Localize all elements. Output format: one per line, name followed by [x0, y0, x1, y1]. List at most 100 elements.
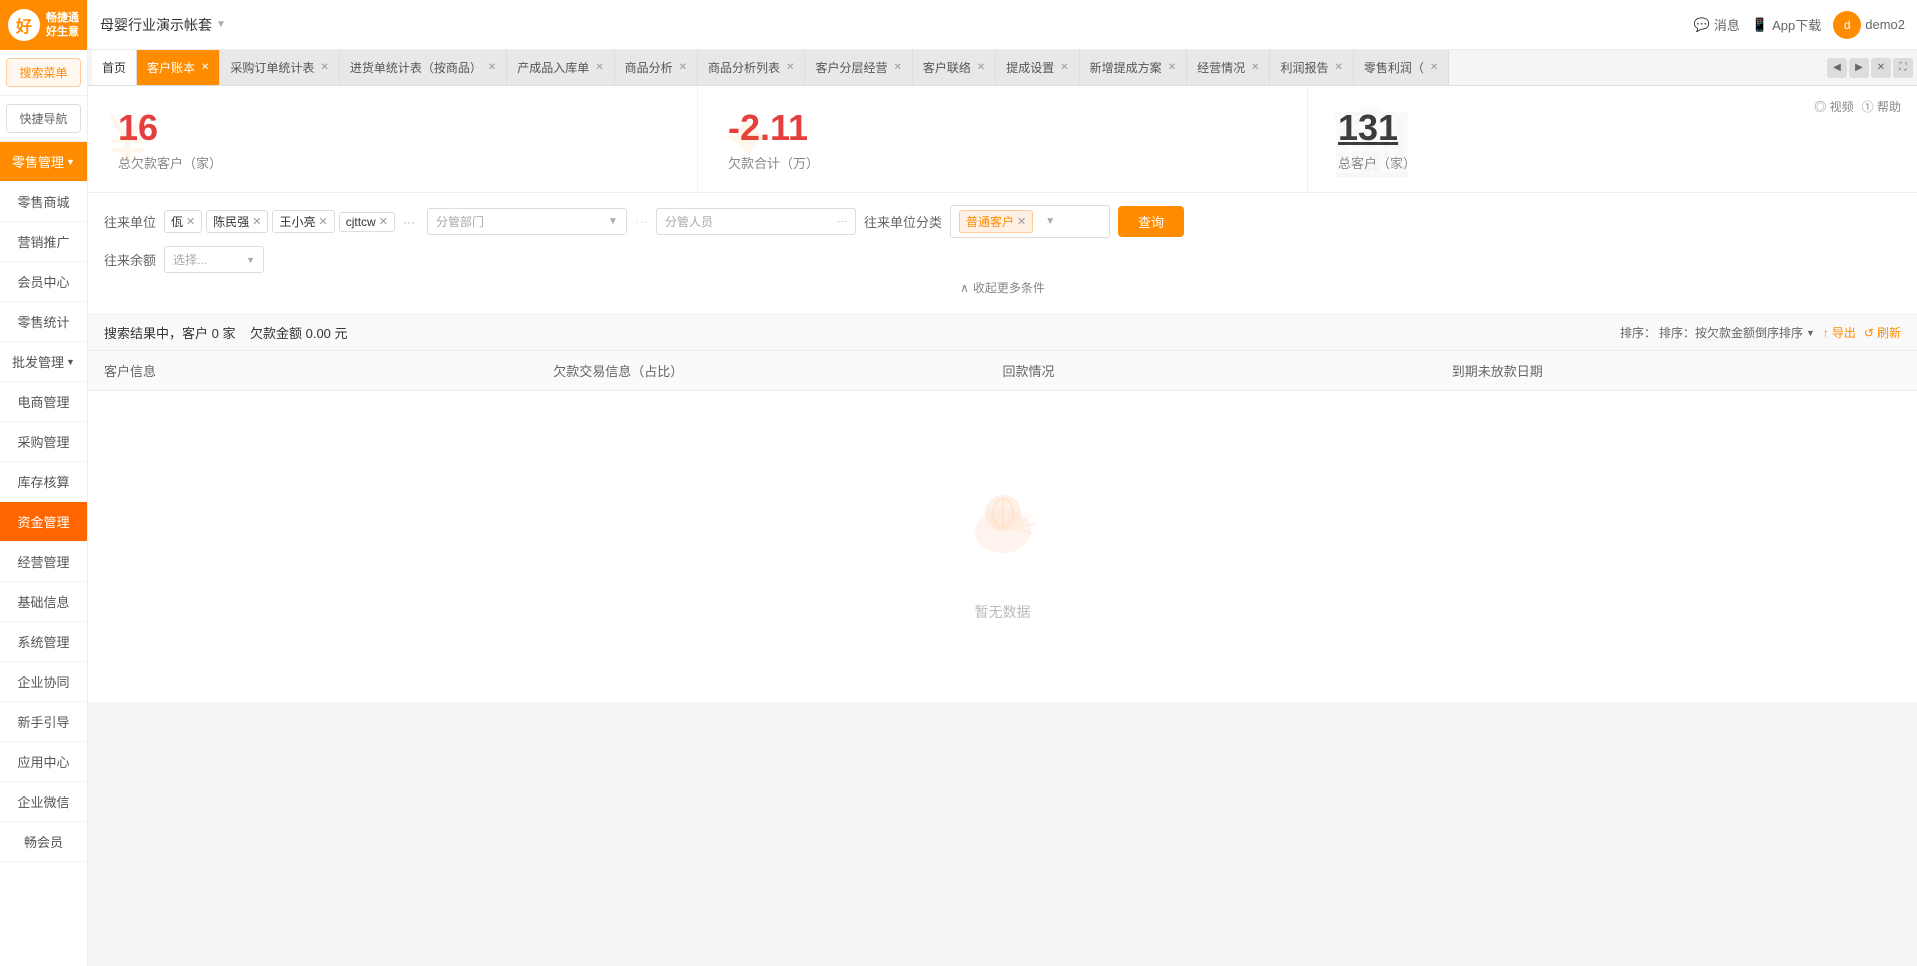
sidebar-item-app-center[interactable]: 应用中心 [0, 742, 87, 782]
filter-dept-placeholder: 分管部门 [436, 213, 484, 230]
filter-collapse-label: 收起更多条件 [973, 279, 1045, 296]
sidebar-item-retail-mgmt[interactable]: 零售管理 ▼ [0, 142, 87, 182]
video-help-link[interactable]: ◎ 视频 [1814, 98, 1853, 115]
tab-product-analysis-list[interactable]: 商品分析列表 ✕ [698, 50, 805, 86]
sidebar-item-finance-mgmt[interactable]: 资金管理 [0, 502, 87, 542]
tab-business-status[interactable]: 经营情况 ✕ [1187, 50, 1270, 86]
tab-close-icon[interactable]: ✕ [1335, 62, 1343, 73]
content-area: ¥ 16 总欠款客户（家） ✦ -2.11 欠款合计（万） 🏢 131 总客户（… [88, 86, 1917, 966]
filter-unit-tags: 佤 ✕ 陈民强 ✕ 王小亮 ✕ cjttcw ✕ ··· [164, 210, 419, 233]
result-info: 搜索结果中，客户 0 家 欠款金额 0.00 元 [104, 323, 348, 342]
tab-close-icon[interactable]: ✕ [679, 62, 687, 73]
tab-close-icon[interactable]: ✕ [1251, 62, 1259, 73]
filter-tag-close-icon[interactable]: ✕ [319, 215, 328, 228]
sidebar-item-label: 应用中心 [17, 755, 69, 770]
tab-home[interactable]: 首页 [92, 50, 137, 86]
table-wrapper: 客户信息 欠款交易信息（占比） 回款情况 到期未放款日期 [88, 351, 1917, 702]
filter-collapse-toggle[interactable]: ∧ 收起更多条件 [104, 273, 1901, 302]
tab-label: 提成设置 [1006, 59, 1054, 76]
tab-production-inbound[interactable]: 产成品入库单 ✕ [507, 50, 614, 86]
sidebar-item-new-guide[interactable]: 新手引导 [0, 702, 87, 742]
filter-unit-type-select[interactable]: 普通客户 ✕ ▼ [950, 205, 1110, 238]
sidebar-item-label: 批发管理 [12, 352, 64, 371]
chevron-down-icon: ▼ [1806, 328, 1815, 338]
tab-scroll-right[interactable]: ▶ [1849, 58, 1869, 78]
sidebar-logo: 好 畅捷通好生意 [0, 0, 87, 50]
tab-customer-contact[interactable]: 客户联络 ✕ [913, 50, 996, 86]
sidebar-item-member-plus[interactable]: 畅会员 [0, 822, 87, 862]
account-selector[interactable]: 母婴行业演示帐套 ▼ [100, 15, 226, 35]
avatar: d [1833, 11, 1861, 39]
tab-close-icon[interactable]: ✕ [893, 62, 901, 73]
messages-button[interactable]: 💬 消息 [1694, 15, 1740, 34]
filter-unit-type-label: 往来单位分类 [864, 212, 942, 231]
filter-tag-unit-1[interactable]: 陈民强 ✕ [206, 210, 268, 233]
sidebar-item-ecommerce-mgmt[interactable]: 电商管理 [0, 382, 87, 422]
tab-close-icon[interactable]: ✕ [977, 62, 985, 73]
tab-purchase-order-stats[interactable]: 采购订单统计表 ✕ [220, 50, 339, 86]
sidebar-item-label: 企业协同 [17, 675, 69, 690]
tab-retail-profit[interactable]: 零售利润（ ✕ [1354, 50, 1449, 86]
empty-illustration [953, 471, 1053, 571]
sidebar-item-purchase-mgmt[interactable]: 采购管理 [0, 422, 87, 462]
tab-add-promotion[interactable]: 新增提成方案 ✕ [1080, 50, 1187, 86]
chevron-down-icon: ▼ [66, 357, 75, 367]
help-link[interactable]: ① 帮助 [1862, 98, 1901, 115]
refresh-button[interactable]: ↺ 刷新 [1864, 324, 1901, 341]
tab-fullscreen[interactable]: ⛶ [1893, 58, 1913, 78]
query-button[interactable]: 查询 [1118, 206, 1184, 237]
user-profile[interactable]: d demo2 [1833, 11, 1905, 39]
sidebar-item-member-center[interactable]: 会员中心 [0, 262, 87, 302]
sort-selector[interactable]: 排序： 排序：按欠款金额倒序排序 ▼ [1620, 324, 1815, 341]
search-menu-button[interactable]: 搜索菜单 [6, 58, 81, 87]
tab-close-icon[interactable]: ✕ [1168, 62, 1176, 73]
empty-text: 暂无数据 [975, 602, 1031, 622]
tab-product-analysis[interactable]: 商品分析 ✕ [615, 50, 698, 86]
tab-close-icon[interactable]: ✕ [595, 62, 603, 73]
filter-tag-close-icon[interactable]: ✕ [252, 215, 261, 228]
tab-inbound-stats[interactable]: 进货单统计表（按商品） ✕ [340, 50, 507, 86]
tab-customer-segment[interactable]: 客户分层经营 ✕ [805, 50, 912, 86]
logo-text: 畅捷通好生意 [46, 11, 79, 40]
result-count: 0 [212, 326, 219, 341]
chevron-down-icon: ▼ [246, 255, 255, 265]
sidebar-item-system-mgmt[interactable]: 系统管理 [0, 622, 87, 662]
sidebar-item-wholesale-mgmt[interactable]: 批发管理 ▼ [0, 342, 87, 382]
quick-nav-button[interactable]: 快捷导航 [6, 104, 81, 133]
tab-profit-report[interactable]: 利润报告 ✕ [1270, 50, 1353, 86]
sidebar-item-label: 会员中心 [17, 275, 69, 290]
tab-close-icon[interactable]: ✕ [488, 62, 496, 73]
account-name: 母婴行业演示帐套 [100, 15, 212, 35]
filter-person-select[interactable]: 分管人员 ··· [656, 208, 856, 235]
filter-dept-select[interactable]: 分管部门 ▼ [427, 208, 627, 235]
filter-tag-unit-3[interactable]: cjttcw ✕ [339, 212, 395, 232]
tab-close-icon[interactable]: ✕ [201, 62, 209, 73]
app-download-button[interactable]: 📱 App下载 [1752, 15, 1821, 34]
tab-close-icon[interactable]: ✕ [786, 62, 794, 73]
sidebar-item-retail-stats[interactable]: 零售统计 [0, 302, 87, 342]
filter-tag-close-icon[interactable]: ✕ [1017, 215, 1026, 228]
filter-tag-unit-0[interactable]: 佤 ✕ [164, 210, 202, 233]
filter-tag-unit-2[interactable]: 王小亮 ✕ [272, 210, 334, 233]
sidebar-item-inventory-check[interactable]: 库存核算 [0, 462, 87, 502]
tab-close-icon[interactable]: ✕ [320, 62, 328, 73]
filter-tag-close-icon[interactable]: ✕ [186, 215, 195, 228]
tab-customer-accounts[interactable]: 客户账本 ✕ [137, 50, 220, 86]
export-button[interactable]: ↑ 导出 [1823, 324, 1856, 341]
tab-label: 首页 [102, 59, 126, 76]
sidebar-item-enterprise-collab[interactable]: 企业协同 [0, 662, 87, 702]
sidebar-item-basic-info[interactable]: 基础信息 [0, 582, 87, 622]
tabbar: 首页 客户账本 ✕ 采购订单统计表 ✕ 进货单统计表（按商品） ✕ 产成品入库单… [88, 50, 1917, 86]
sidebar-item-business-mgmt[interactable]: 经营管理 [0, 542, 87, 582]
tab-close-icon[interactable]: ✕ [1060, 62, 1068, 73]
filter-more-tags[interactable]: ··· [399, 213, 419, 231]
tab-scroll-left[interactable]: ◀ [1827, 58, 1847, 78]
sidebar-item-retail-mall[interactable]: 零售商城 [0, 182, 87, 222]
sidebar-item-enterprise-wechat[interactable]: 企业微信 [0, 782, 87, 822]
tab-promotion-settings[interactable]: 提成设置 ✕ [996, 50, 1079, 86]
filter-tag-close-icon[interactable]: ✕ [379, 215, 388, 228]
filter-balance-select[interactable]: 选择... ▼ [164, 246, 264, 273]
tab-close-icon[interactable]: ✕ [1430, 62, 1438, 73]
tab-close-all[interactable]: ✕ [1871, 58, 1891, 78]
sidebar-item-marketing-promo[interactable]: 营销推广 [0, 222, 87, 262]
